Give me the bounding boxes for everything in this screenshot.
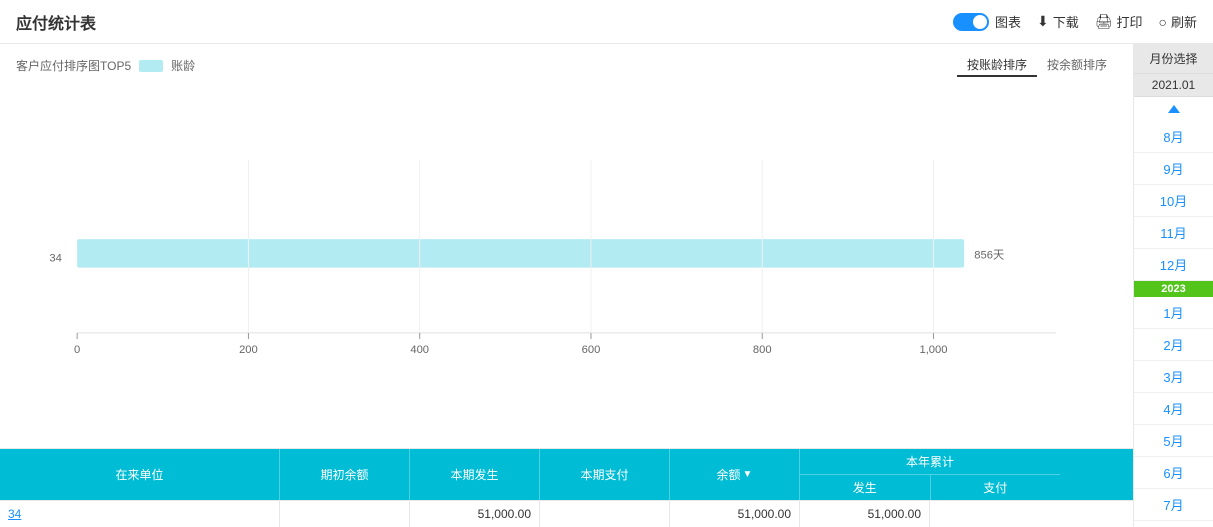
svg-text:800: 800 [753, 344, 772, 356]
th-zaili: 在来单位 [0, 449, 280, 500]
th-bennia-sub: 发生 支付 [800, 475, 1060, 500]
sidebar-month-1[interactable]: 1月 [1134, 297, 1213, 329]
app-header: 应付统计表 图表 ⬇ 下载 🖨 打印 ○ 刷新 [0, 0, 1213, 44]
sidebar-month-4[interactable]: 4月 [1134, 393, 1213, 425]
legend-color-box [139, 60, 163, 72]
th-qichi: 期初余额 [280, 449, 410, 500]
sidebar-month-11[interactable]: 11月 [1134, 217, 1213, 249]
th-benqi-fash: 本期发生 [410, 449, 540, 500]
sidebar-month-7[interactable]: 7月 [1134, 489, 1213, 521]
sidebar-month-3[interactable]: 3月 [1134, 361, 1213, 393]
svg-text:600: 600 [582, 344, 601, 356]
sidebar-month-8[interactable]: 8月 [1134, 121, 1213, 153]
yue-filter-icon[interactable]: ▼ [743, 469, 753, 480]
th-benqi-zhi: 本期支付 [540, 449, 670, 500]
th-zhifu: 支付 [931, 475, 1061, 500]
chart-toggle-wrap: 图表 [953, 12, 1021, 31]
chart-header: 客户应付排序图TOP5 账龄 按账龄排序 按余额排序 [16, 54, 1117, 77]
legend-text: 客户应付排序图TOP5 [16, 57, 131, 74]
svg-text:856天: 856天 [974, 249, 1004, 261]
td-yue: 51,000.00 [670, 501, 800, 527]
refresh-button[interactable]: ○ 刷新 [1159, 12, 1197, 31]
sort-by-amount-btn[interactable]: 按余额排序 [1037, 54, 1117, 77]
sidebar-scroll-up[interactable] [1134, 97, 1213, 121]
chart-visualization: 34 856天 0 [16, 85, 1117, 438]
td-benqi-fash: 51,000.00 [410, 501, 540, 527]
sidebar-title: 月份选择 [1134, 44, 1213, 74]
table-header: 在来单位 期初余额 本期发生 本期支付 余额 ▼ 本年累计 发生 支付 [0, 449, 1133, 500]
td-fash: 51,000.00 [800, 501, 930, 527]
toggle-label: 图表 [995, 12, 1021, 31]
sort-by-balance-btn[interactable]: 按账龄排序 [957, 54, 1037, 77]
svg-text:200: 200 [239, 344, 258, 356]
sidebar-year-selected[interactable]: 2021.01 [1134, 74, 1213, 97]
chart-table-area: 客户应付排序图TOP5 账龄 按账龄排序 按余额排序 34 [0, 44, 1133, 527]
th-bennia: 本年累计 发生 支付 [800, 449, 1060, 500]
sidebar-month-12[interactable]: 12月 [1134, 249, 1213, 281]
month-sidebar: 月份选择 2021.01 8月 9月 10月 11月 12月 2023 1月 2… [1133, 44, 1213, 527]
page-title: 应付统计表 [16, 10, 96, 34]
sidebar-month-10[interactable]: 10月 [1134, 185, 1213, 217]
data-table: 在来单位 期初余额 本期发生 本期支付 余额 ▼ 本年累计 发生 支付 [0, 448, 1133, 527]
sidebar-month-2[interactable]: 2月 [1134, 329, 1213, 361]
zaili-link[interactable]: 34 [8, 507, 21, 521]
header-actions: 图表 ⬇ 下载 🖨 打印 ○ 刷新 [953, 12, 1197, 31]
sidebar-month-9[interactable]: 9月 [1134, 153, 1213, 185]
refresh-icon: ○ [1159, 14, 1167, 30]
chart-sort-options: 按账龄排序 按余额排序 [957, 54, 1117, 77]
td-benqi-zhi [540, 501, 670, 527]
year-badge: 2023 [1134, 281, 1213, 297]
th-yue: 余额 ▼ [670, 449, 800, 500]
td-qichi [280, 501, 410, 527]
print-button[interactable]: 🖨 打印 [1095, 12, 1143, 31]
chevron-up-icon [1166, 101, 1182, 117]
sidebar-month-5[interactable]: 5月 [1134, 425, 1213, 457]
svg-text:1,000: 1,000 [919, 344, 947, 356]
print-icon: 🖨 [1095, 13, 1113, 30]
main-content: 客户应付排序图TOP5 账龄 按账龄排序 按余额排序 34 [0, 44, 1213, 527]
sidebar-scroll-down[interactable] [1134, 521, 1213, 527]
sidebar-month-6[interactable]: 6月 [1134, 457, 1213, 489]
svg-text:400: 400 [410, 344, 429, 356]
table-row: 34 51,000.00 51,000.00 51,00 [0, 500, 1133, 527]
th-fash: 发生 [800, 475, 931, 500]
td-zhifu [930, 501, 1060, 527]
chart-legend: 客户应付排序图TOP5 账龄 [16, 57, 195, 74]
download-button[interactable]: ⬇ 下载 [1037, 12, 1079, 31]
chart-section: 客户应付排序图TOP5 账龄 按账龄排序 按余额排序 34 [0, 44, 1133, 448]
svg-text:0: 0 [74, 344, 80, 356]
download-icon: ⬇ [1037, 13, 1049, 30]
legend-color-label: 账龄 [171, 57, 195, 74]
td-zaili: 34 [0, 501, 280, 527]
chart-toggle[interactable] [953, 13, 989, 31]
svg-text:34: 34 [49, 253, 61, 265]
